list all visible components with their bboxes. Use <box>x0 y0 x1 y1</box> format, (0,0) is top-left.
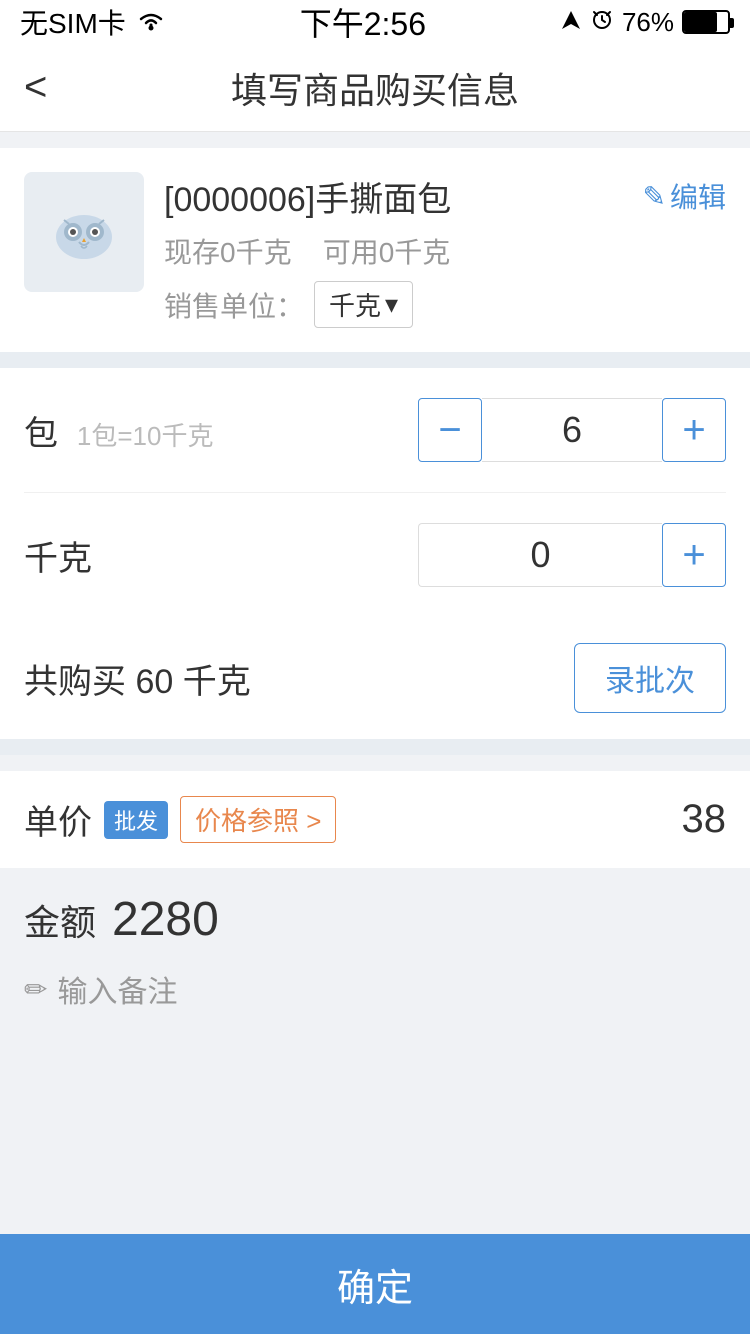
edit-icon: ✎ <box>643 180 666 213</box>
bao-increment-button[interactable]: + <box>662 398 726 462</box>
status-bar: 无SIM卡 下午2:56 <box>0 0 750 44</box>
amount-value: 2280 <box>112 892 219 947</box>
status-right: 76% <box>560 7 730 38</box>
kg-input-row: 千克 + <box>24 493 726 617</box>
bottom-area: 确定 <box>0 1234 750 1334</box>
amount-label: 金额 <box>24 894 96 946</box>
carrier-text: 无SIM卡 <box>20 2 126 42</box>
kg-controls: + <box>418 523 726 587</box>
remark-row[interactable]: ✏ 输入备注 <box>24 967 726 1011</box>
price-label-group: 单价 批发 价格参照 > <box>24 795 336 844</box>
battery-icon <box>682 10 730 34</box>
product-thumbnail <box>24 172 144 292</box>
product-unit: 销售单位： 千克 ▾ <box>164 281 623 328</box>
nav-bar: < 填写商品购买信息 <box>0 44 750 132</box>
kg-increment-button[interactable]: + <box>662 523 726 587</box>
amount-row: 金额 2280 <box>24 892 726 947</box>
unit-select[interactable]: 千克 ▾ <box>314 281 413 328</box>
bao-label: 包 <box>24 415 58 453</box>
product-stock: 现存0千克 可用0千克 <box>164 231 623 271</box>
product-name: [0000006]手撕面包 <box>164 172 623 221</box>
product-info: [0000006]手撕面包 现存0千克 可用0千克 销售单位： 千克 ▾ <box>164 172 623 328</box>
status-left: 无SIM卡 <box>20 2 166 42</box>
chevron-down-icon: ▾ <box>385 289 398 320</box>
section-divider-2 <box>0 739 750 755</box>
bao-hint: 1包=10千克 <box>77 421 214 451</box>
bao-decrement-button[interactable]: − <box>418 398 482 462</box>
bao-controls: − + <box>418 398 726 462</box>
kg-label-group: 千克 <box>24 531 92 580</box>
summary-section: 共购买 60 千克 录批次 <box>0 617 750 739</box>
back-button[interactable]: < <box>24 65 47 110</box>
price-label: 单价 <box>24 795 92 844</box>
section-divider-1 <box>0 352 750 368</box>
amount-section: 金额 2280 ✏ 输入备注 <box>0 868 750 1035</box>
bao-input-row: 包 1包=10千克 − + <box>24 368 726 493</box>
alarm-icon <box>590 7 614 38</box>
pencil-icon: ✏ <box>24 973 47 1006</box>
summary-text: 共购买 60 千克 <box>24 654 251 703</box>
price-reference-button[interactable]: 价格参照 > <box>180 796 336 843</box>
edit-button[interactable]: ✎ 编辑 <box>643 176 726 216</box>
price-value: 38 <box>682 797 727 842</box>
location-icon <box>560 7 582 38</box>
input-section: 包 1包=10千克 − + 千克 + <box>0 368 750 617</box>
price-tag-pifa: 批发 <box>104 801 168 839</box>
price-row: 单价 批发 价格参照 > 38 <box>24 795 726 844</box>
product-card: [0000006]手撕面包 现存0千克 可用0千克 销售单位： 千克 ▾ ✎ 编… <box>0 148 750 352</box>
bao-quantity-input[interactable] <box>482 398 662 462</box>
page-title: 填写商品购买信息 <box>231 62 519 114</box>
kg-quantity-input[interactable] <box>418 523 662 587</box>
kg-label: 千克 <box>24 540 92 578</box>
price-section: 单价 批发 价格参照 > 38 <box>0 771 750 868</box>
remark-text: 输入备注 <box>57 967 177 1011</box>
status-time: 下午2:56 <box>300 0 426 45</box>
product-edit-area: ✎ 编辑 <box>643 172 726 216</box>
battery-percent: 76% <box>622 7 674 38</box>
confirm-button[interactable]: 确定 <box>0 1234 750 1334</box>
record-batch-button[interactable]: 录批次 <box>574 643 726 713</box>
wifi-icon <box>136 6 166 38</box>
bao-label-group: 包 1包=10千克 <box>24 406 213 455</box>
